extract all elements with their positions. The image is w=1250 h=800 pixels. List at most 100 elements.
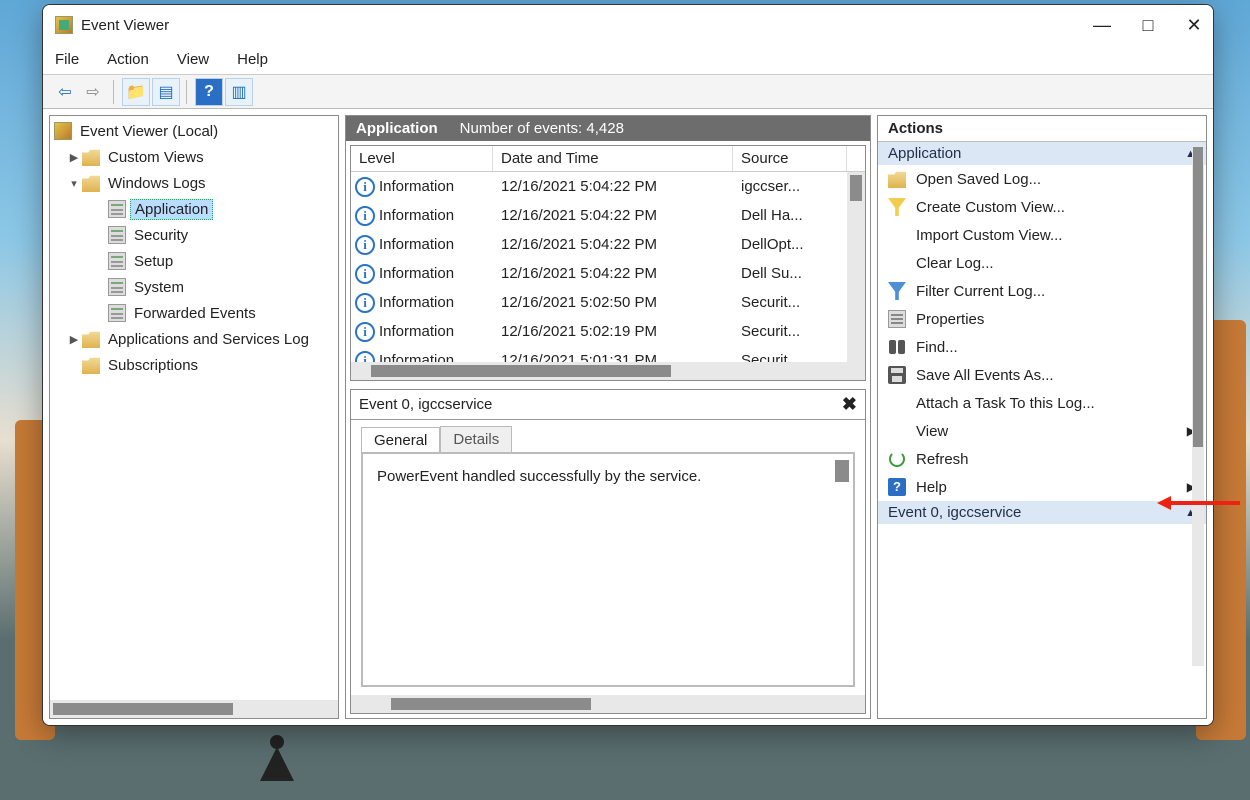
bino-icon	[888, 338, 906, 356]
title-bar[interactable]: Event Viewer — □ ✕	[43, 5, 1213, 45]
action-properties[interactable]: Properties	[878, 305, 1206, 333]
folder-icon	[82, 330, 100, 348]
event-row[interactable]: iInformation12/16/2021 5:04:22 PMigccser…	[351, 172, 865, 201]
menu-view[interactable]: View	[177, 51, 209, 68]
event-row[interactable]: iInformation12/16/2021 5:04:22 PMDellOpt…	[351, 230, 865, 259]
information-icon: i	[355, 206, 375, 226]
minimize-button[interactable]: —	[1095, 18, 1109, 32]
tree-log-system[interactable]: System	[54, 274, 334, 300]
maximize-button[interactable]: □	[1141, 18, 1155, 32]
log-icon	[108, 200, 126, 218]
tree-log-security[interactable]: Security	[54, 222, 334, 248]
event-message: PowerEvent handled successfully by the s…	[377, 468, 701, 485]
horizontal-scrollbar[interactable]	[351, 695, 865, 713]
prop-icon	[888, 310, 906, 328]
tab-general[interactable]: General	[361, 427, 440, 453]
action-open-saved-log[interactable]: Open Saved Log...	[878, 165, 1206, 193]
funY-icon	[888, 198, 906, 216]
folder-icon	[82, 356, 100, 374]
information-icon: i	[355, 264, 375, 284]
action-save-all-events-as[interactable]: Save All Events As...	[878, 361, 1206, 389]
close-button[interactable]: ✕	[1187, 18, 1201, 32]
folder-icon	[82, 148, 100, 166]
actions-section-application[interactable]: Application ▲	[878, 142, 1206, 165]
up-folder-icon[interactable]: 📁	[122, 78, 150, 106]
information-icon: i	[355, 293, 375, 313]
vertical-scrollbar[interactable]	[847, 172, 865, 362]
tab-details[interactable]: Details	[440, 426, 512, 452]
event-viewer-window: Event Viewer — □ ✕ File Action View Help…	[42, 4, 1214, 726]
navigation-tree-pane: Event Viewer (Local) ▶ Custom Views ▾ Wi…	[49, 115, 339, 719]
information-icon: i	[355, 177, 375, 197]
funB-icon	[888, 282, 906, 300]
events-list[interactable]: iInformation12/16/2021 5:04:22 PMigccser…	[351, 172, 865, 362]
detail-title: Event 0, igccservice	[359, 396, 492, 413]
show-hide-tree-icon[interactable]: ▤	[152, 78, 180, 106]
tree-custom-views[interactable]: ▶ Custom Views	[54, 144, 334, 170]
event-row[interactable]: iInformation12/16/2021 5:01:31 PMSecurit…	[351, 346, 865, 362]
horizontal-scrollbar[interactable]	[50, 700, 338, 718]
horizontal-scrollbar[interactable]	[351, 362, 865, 380]
action-refresh[interactable]: Refresh	[878, 445, 1206, 473]
action-import-custom-view[interactable]: Import Custom View...	[878, 221, 1206, 249]
events-count: Number of events: 4,428	[460, 120, 624, 137]
event-row[interactable]: iInformation12/16/2021 5:04:22 PMDell Su…	[351, 259, 865, 288]
event-row[interactable]: iInformation12/16/2021 5:02:19 PMSecurit…	[351, 317, 865, 346]
save-icon	[888, 366, 906, 384]
actions-section-event[interactable]: Event 0, igccservice ▲	[878, 501, 1206, 524]
tree-apps-services[interactable]: ▶ Applications and Services Log	[54, 326, 334, 352]
menu-bar: File Action View Help	[43, 45, 1213, 75]
tree-root[interactable]: Event Viewer (Local)	[54, 118, 334, 144]
menu-action[interactable]: Action	[107, 51, 149, 68]
forward-button-icon[interactable]: ⇨	[79, 78, 107, 106]
information-icon: i	[355, 235, 375, 255]
tree-log-forwarded[interactable]: Forwarded Events	[54, 300, 334, 326]
vertical-scrollbar[interactable]	[835, 460, 849, 482]
show-hide-actions-icon[interactable]: ▥	[225, 78, 253, 106]
menu-file[interactable]: File	[55, 51, 79, 68]
menu-help[interactable]: Help	[237, 51, 268, 68]
help-icon: ?	[888, 478, 906, 496]
computer-icon	[54, 122, 72, 140]
back-button-icon[interactable]: ⇦	[51, 78, 79, 106]
collapse-icon[interactable]: ▾	[66, 177, 82, 190]
log-icon	[108, 278, 126, 296]
event-detail-pane: Event 0, igccservice ✖ General Details P…	[350, 389, 866, 714]
action-clear-log[interactable]: Clear Log...	[878, 249, 1206, 277]
action-view[interactable]: View▶	[878, 417, 1206, 445]
blank-icon	[888, 254, 906, 272]
vertical-scrollbar[interactable]	[1192, 146, 1204, 666]
log-icon	[108, 252, 126, 270]
events-log-name: Application	[356, 120, 438, 137]
expand-icon[interactable]: ▶	[66, 151, 82, 164]
col-datetime[interactable]: Date and Time	[493, 146, 733, 171]
help-icon[interactable]: ?	[195, 78, 223, 106]
action-find[interactable]: Find...	[878, 333, 1206, 361]
tree-log-setup[interactable]: Setup	[54, 248, 334, 274]
col-level[interactable]: Level	[351, 146, 493, 171]
action-create-custom-view[interactable]: Create Custom View...	[878, 193, 1206, 221]
tree-log-application[interactable]: Application	[54, 196, 334, 222]
log-icon	[108, 226, 126, 244]
toolbar: ⇦ ⇨ 📁 ▤ ? ▥	[43, 75, 1213, 109]
action-filter-current-log[interactable]: Filter Current Log...	[878, 277, 1206, 305]
information-icon: i	[355, 322, 375, 342]
blank-icon	[888, 422, 906, 440]
close-detail-icon[interactable]: ✖	[842, 394, 857, 415]
app-icon	[55, 16, 73, 34]
events-pane: Application Number of events: 4,428 Leve…	[345, 115, 871, 719]
blank-icon	[888, 394, 906, 412]
event-row[interactable]: iInformation12/16/2021 5:04:22 PMDell Ha…	[351, 201, 865, 230]
tree-windows-logs[interactable]: ▾ Windows Logs	[54, 170, 334, 196]
open-icon	[888, 170, 906, 188]
expand-icon[interactable]: ▶	[66, 333, 82, 346]
event-row[interactable]: iInformation12/16/2021 5:02:50 PMSecurit…	[351, 288, 865, 317]
log-icon	[108, 304, 126, 322]
tree-subscriptions[interactable]: Subscriptions	[54, 352, 334, 378]
blank-icon	[888, 226, 906, 244]
action-attach-a-task-to-this-log[interactable]: Attach a Task To this Log...	[878, 389, 1206, 417]
column-headers[interactable]: Level Date and Time Source	[351, 146, 865, 172]
events-header: Application Number of events: 4,428	[346, 116, 870, 141]
col-source[interactable]: Source	[733, 146, 847, 171]
action-help[interactable]: ?Help▶	[878, 473, 1206, 501]
